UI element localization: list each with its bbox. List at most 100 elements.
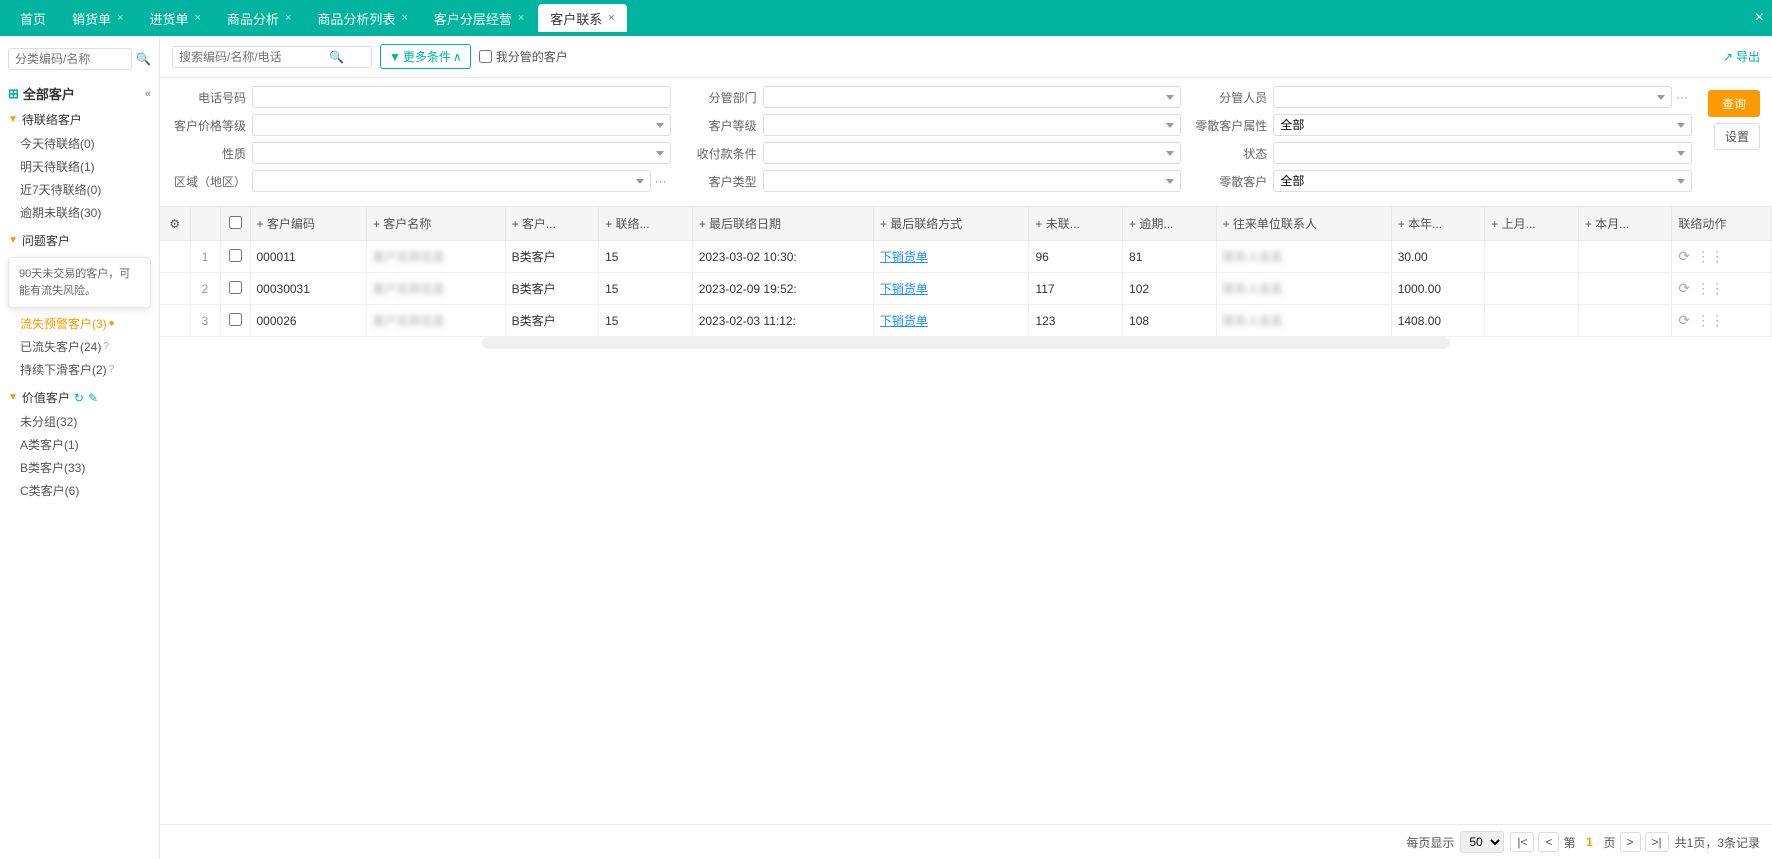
prev-page-button[interactable]: <	[1538, 832, 1559, 852]
my-customer-check[interactable]	[479, 50, 492, 63]
filter-status-select[interactable]	[1273, 142, 1692, 164]
first-page-button[interactable]: |<	[1510, 832, 1534, 852]
row-checkbox[interactable]	[229, 281, 242, 294]
close-tab-analysis-list[interactable]: ×	[401, 12, 407, 24]
filter-price-select[interactable]	[252, 114, 671, 136]
export-icon: ↗	[1723, 50, 1733, 64]
tab-customer-layer[interactable]: 客户分层经营 ×	[422, 4, 536, 32]
filter-nature-select[interactable]	[252, 142, 671, 164]
sidebar-all-customers[interactable]: ⊞ 全部客户 «	[0, 80, 159, 107]
per-page-select[interactable]: 50	[1460, 831, 1504, 853]
filter-dept-select[interactable]	[763, 86, 1182, 108]
th-this-year[interactable]: + 本年...	[1391, 207, 1485, 241]
main-layout: 🔍 ⊞ 全部客户 « ▼ 待联络客户 今天待联络(0) 明天待联络(1) 近7天…	[0, 36, 1772, 859]
sidebar-item-declining[interactable]: 持续下滑客户(2) ?	[0, 358, 159, 381]
horizontal-scrollbar[interactable]	[482, 337, 1449, 349]
th-name[interactable]: + 客户名称	[366, 207, 505, 241]
sidebar-item-overdue-contact[interactable]: 逾期未联络(30)	[0, 201, 159, 224]
row-this-year: 1408.00	[1391, 305, 1485, 337]
row-actions: ⟳ ⋮⋮	[1672, 273, 1772, 305]
query-button[interactable]: 查询	[1708, 90, 1760, 117]
th-contact[interactable]: + 联络...	[599, 207, 693, 241]
th-settings[interactable]: ⚙	[160, 207, 190, 241]
last-page-button[interactable]: >|	[1645, 832, 1669, 852]
filter-level-select[interactable]	[763, 114, 1182, 136]
sidebar-item-7days[interactable]: 近7天待联络(0)	[0, 178, 159, 201]
select-all-checkbox[interactable]	[229, 216, 242, 229]
section-pending-contact-title[interactable]: ▼ 待联络客户	[0, 107, 159, 132]
section-value-title[interactable]: ▼ 价值客户 ↻ ✎	[0, 385, 159, 410]
tab-purchase[interactable]: 进货单 ×	[137, 4, 212, 32]
sidebar-search-input[interactable]	[8, 48, 132, 70]
th-last-way[interactable]: + 最后联络方式	[873, 207, 1029, 241]
sidebar-item-churned[interactable]: 已流失客户(24) ?	[0, 335, 159, 358]
close-all-tabs[interactable]: ×	[1755, 9, 1764, 27]
th-overdue[interactable]: + 逾期...	[1123, 207, 1217, 241]
action-link-icon[interactable]: ⟳	[1678, 248, 1690, 265]
close-tab-analysis[interactable]: ×	[285, 12, 291, 24]
filter-region-more[interactable]: ···	[651, 174, 671, 188]
row-name: 客户名称信息	[366, 241, 505, 273]
sidebar-item-class-a[interactable]: A类客户(1)	[0, 433, 159, 456]
toolbar-search-button[interactable]: 🔍	[329, 50, 344, 64]
th-unlinked[interactable]: + 未联...	[1029, 207, 1123, 241]
action-link-icon[interactable]: ⟳	[1678, 280, 1690, 297]
filter-person-more[interactable]: ···	[1672, 90, 1692, 104]
filter-region-select[interactable]	[252, 170, 651, 192]
tab-home[interactable]: 首页	[8, 4, 58, 32]
filter-retail2-select[interactable]: 全部	[1273, 170, 1692, 192]
refresh-icon[interactable]: ↻	[74, 391, 84, 405]
action-link-icon[interactable]: ⟳	[1678, 312, 1690, 329]
action-more-icon[interactable]: ⋮⋮	[1696, 280, 1724, 297]
more-conditions-button[interactable]: ▼ 更多条件 ∧	[380, 44, 471, 69]
th-type[interactable]: + 客户...	[505, 207, 599, 241]
row-last-way-link[interactable]: 下销货单	[880, 282, 928, 296]
th-this-month[interactable]: + 本月...	[1578, 207, 1672, 241]
sidebar-item-today[interactable]: 今天待联络(0)	[0, 132, 159, 155]
filter-type-select[interactable]	[763, 170, 1182, 192]
row-last-way-link[interactable]: 下销货单	[880, 314, 928, 328]
close-tab-customer-layer[interactable]: ×	[518, 12, 524, 24]
next-page-button[interactable]: >	[1620, 832, 1641, 852]
toolbar-search-input[interactable]	[179, 50, 329, 64]
sidebar-item-class-b[interactable]: B类客户(33)	[0, 456, 159, 479]
row-checkbox-cell[interactable]	[220, 241, 250, 273]
th-last-month[interactable]: + 上月...	[1485, 207, 1579, 241]
close-tab-sales[interactable]: ×	[117, 12, 123, 24]
action-more-icon[interactable]: ⋮⋮	[1696, 248, 1724, 265]
row-checkbox[interactable]	[229, 313, 242, 326]
section-problem-title[interactable]: ▼ 问题客户	[0, 228, 159, 253]
filter-retail-select[interactable]: 全部	[1273, 114, 1692, 136]
filter-payment-label: 收付款条件	[683, 145, 763, 162]
th-last-date[interactable]: + 最后联络日期	[692, 207, 873, 241]
sidebar-item-class-c[interactable]: C类客户(6)	[0, 479, 159, 502]
th-person[interactable]: + 往来单位联系人	[1216, 207, 1391, 241]
filter-person-select[interactable]	[1273, 86, 1672, 108]
tab-analysis[interactable]: 商品分析 ×	[215, 4, 303, 32]
row-actions: ⟳ ⋮⋮	[1672, 241, 1772, 273]
filter-payment-select[interactable]	[763, 142, 1182, 164]
settings-button[interactable]: 设置	[1714, 123, 1760, 150]
export-button[interactable]: ↗ 导出	[1723, 48, 1760, 65]
filter-phone-input[interactable]	[252, 86, 671, 108]
tab-analysis-list[interactable]: 商品分析列表 ×	[305, 4, 419, 32]
row-checkbox-cell[interactable]	[220, 273, 250, 305]
sidebar-item-unclassified[interactable]: 未分组(32)	[0, 410, 159, 433]
section-pending-contact: ▼ 待联络客户 今天待联络(0) 明天待联络(1) 近7天待联络(0) 逾期未联…	[0, 107, 159, 224]
th-checkbox[interactable]	[220, 207, 250, 241]
close-tab-purchase[interactable]: ×	[194, 12, 200, 24]
tab-sales[interactable]: 销货单 ×	[60, 4, 135, 32]
row-contact: 15	[599, 273, 693, 305]
sidebar-item-tomorrow[interactable]: 明天待联络(1)	[0, 155, 159, 178]
edit-icon[interactable]: ✎	[88, 391, 98, 405]
sidebar-item-churn-warning[interactable]: 流失预警客户(3) ●	[0, 312, 159, 335]
filter-phone: 电话号码	[172, 86, 671, 108]
my-customer-checkbox[interactable]: 我分管的客户	[479, 48, 568, 65]
row-checkbox-cell[interactable]	[220, 305, 250, 337]
tab-customer-contact[interactable]: 客户联系 ×	[538, 4, 626, 32]
row-checkbox[interactable]	[229, 249, 242, 262]
action-more-icon[interactable]: ⋮⋮	[1696, 312, 1724, 329]
th-code[interactable]: + 客户编码	[250, 207, 366, 241]
close-tab-customer-contact[interactable]: ×	[608, 12, 614, 24]
row-last-way-link[interactable]: 下销货单	[880, 250, 928, 264]
